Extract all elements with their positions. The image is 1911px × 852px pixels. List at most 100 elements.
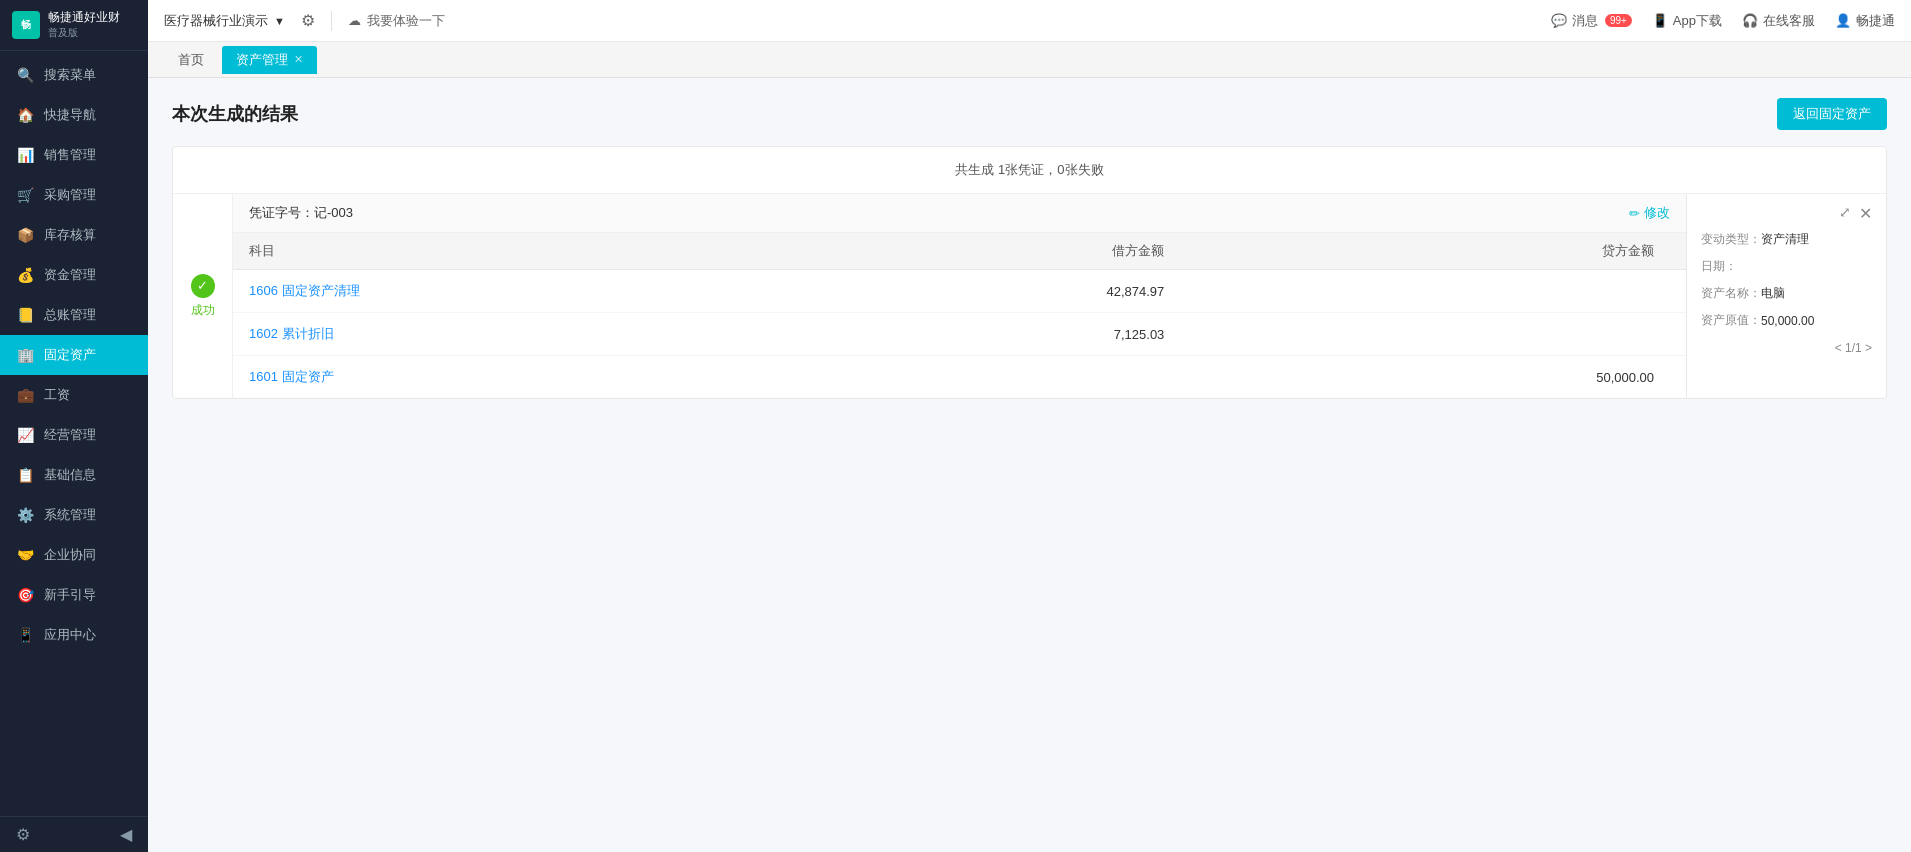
result-card: 共生成 1张凭证，0张失败 ✓ 成功 凭证字号：记-003 ✏ 修改 [172,146,1887,399]
sidebar-footer: ⚙ ◀ [0,816,148,852]
feedback-label: 我要体验一下 [367,12,445,30]
detail-pagination[interactable]: < 1/1 > [1701,341,1872,355]
app-download-label: App下载 [1673,12,1722,30]
voucher-number: 凭证字号：记-003 [249,204,353,222]
sidebar-item-inventory[interactable]: 📦 库存核算 [0,215,148,255]
sales-icon: 📊 [16,146,34,164]
sidebar-item-purchase[interactable]: 🛒 采购管理 [0,175,148,215]
voucher-header-row: 凭证字号：记-003 ✏ 修改 [233,194,1686,233]
messages-btn[interactable]: 💬 消息 99 [1551,12,1632,30]
feedback-icon: ☁ [348,13,361,28]
sidebar-item-app-center[interactable]: 📱 应用中心 [0,615,148,655]
edition-label: 普及版 [48,26,120,40]
inventory-icon: 📦 [16,226,34,244]
sidebar-item-quick-nav[interactable]: 🏠 快捷导航 [0,95,148,135]
sidebar-item-payroll[interactable]: 💼 工资 [0,375,148,415]
sidebar-nav: 🔍 搜索菜单 🏠 快捷导航 📊 销售管理 🛒 采购管理 📦 库存核算 💰 资金管… [0,51,148,816]
sidebar-item-label-purchase: 采购管理 [44,186,96,204]
purchase-icon: 🛒 [16,186,34,204]
sidebar-item-label-funds: 资金管理 [44,266,96,284]
brand-name: 畅捷通好业财 [48,10,120,26]
operations-icon: 📈 [16,426,34,444]
fixed-assets-icon: 🏢 [16,346,34,364]
user-avatar-icon: 👤 [1835,13,1851,28]
edit-icon: ✏ [1629,206,1640,221]
funds-icon: 💰 [16,266,34,284]
sidebar-item-ledger[interactable]: 📒 总账管理 [0,295,148,335]
expand-icon[interactable]: ⤢ [1839,204,1851,223]
app-download-icon: 📱 [1652,13,1668,28]
sidebar-item-label-app-center: 应用中心 [44,626,96,644]
sidebar-item-label-ledger: 总账管理 [44,306,96,324]
topbar: 医疗器械行业演示 ▼ ⚙ ☁ 我要体验一下 💬 消息 99 📱 App下载 🎧 … [148,0,1911,42]
user-name: 畅捷通 [1856,12,1895,30]
topbar-settings-icon[interactable]: ⚙ [301,11,315,30]
sidebar-item-label-operations: 经营管理 [44,426,96,444]
result-summary: 共生成 1张凭证，0张失败 [173,147,1886,194]
success-text: 成功 [191,302,215,319]
sidebar-item-label-search: 搜索菜单 [44,66,96,84]
system-icon: ⚙️ [16,506,34,524]
row-debit-0: 42,874.97 [707,272,1197,311]
panel-controls: ⤢ ✕ [1701,204,1872,223]
close-panel-icon[interactable]: ✕ [1859,204,1872,223]
sidebar-item-guide[interactable]: 🎯 新手引导 [0,575,148,615]
sidebar-item-fixed-assets[interactable]: 🏢 固定资产 [0,335,148,375]
row-credit-0 [1196,279,1686,303]
voucher-edit-btn[interactable]: ✏ 修改 [1629,204,1670,222]
messages-badge: 99 [1605,14,1632,27]
sidebar-item-operations[interactable]: 📈 经营管理 [0,415,148,455]
sidebar-item-label-fixed-assets: 固定资产 [44,346,96,364]
asset-value-value: 50,000.00 [1761,314,1814,328]
row-debit-1: 7,125.03 [707,315,1197,354]
app-center-icon: 📱 [16,626,34,644]
tab-close-icon[interactable]: ✕ [294,53,303,66]
table-row: 1606 固定资产清理 42,874.97 [233,270,1686,313]
col-header-debit: 借方金额 [707,233,1197,269]
collapse-icon[interactable]: ◀ [120,825,132,844]
quick-nav-icon: 🏠 [16,106,34,124]
payroll-icon: 💼 [16,386,34,404]
table-row: 1601 固定资产 50,000.00 [233,356,1686,398]
row-subject-1[interactable]: 1602 累计折旧 [233,313,707,355]
guide-icon: 🎯 [16,586,34,604]
sidebar-item-label-base-info: 基础信息 [44,466,96,484]
tab-asset-mgmt[interactable]: 资产管理 ✕ [222,46,317,74]
sidebar-item-label-sales: 销售管理 [44,146,96,164]
messages-icon: 💬 [1551,13,1567,28]
online-service-btn[interactable]: 🎧 在线客服 [1742,12,1815,30]
main-area: 医疗器械行业演示 ▼ ⚙ ☁ 我要体验一下 💬 消息 99 📱 App下载 🎧 … [148,0,1911,852]
row-credit-2: 50,000.00 [1196,358,1686,397]
settings-icon[interactable]: ⚙ [16,825,30,844]
sidebar-item-sales[interactable]: 📊 销售管理 [0,135,148,175]
detail-change-type: 变动类型： 资产清理 [1701,231,1872,248]
row-subject-2[interactable]: 1601 固定资产 [233,356,707,398]
row-credit-1 [1196,322,1686,346]
sidebar-item-cooperation[interactable]: 🤝 企业协同 [0,535,148,575]
voucher-detail-panel: ⤢ ✕ 变动类型： 资产清理 日期： 资产名称： 电脑 [1686,194,1886,398]
change-type-value: 资产清理 [1761,231,1809,248]
sidebar-item-system[interactable]: ⚙️ 系统管理 [0,495,148,535]
success-icon: ✓ [191,274,215,298]
row-subject-0[interactable]: 1606 固定资产清理 [233,270,707,312]
return-button[interactable]: 返回固定资产 [1777,98,1887,130]
sidebar-item-label-payroll: 工资 [44,386,70,404]
user-area[interactable]: 👤 畅捷通 [1835,12,1895,30]
detail-asset-value: 资产原值： 50,000.00 [1701,312,1872,329]
sidebar-item-funds[interactable]: 💰 资金管理 [0,255,148,295]
tab-home[interactable]: 首页 [164,46,218,74]
page-header: 本次生成的结果 返回固定资产 [172,98,1887,130]
sidebar-item-search[interactable]: 🔍 搜索菜单 [0,55,148,95]
sidebar-item-label-quick-nav: 快捷导航 [44,106,96,124]
ledger-icon: 📒 [16,306,34,324]
app-logo: 畅 [12,11,40,39]
sidebar: 畅 畅捷通好业财 普及版 🔍 搜索菜单 🏠 快捷导航 📊 销售管理 🛒 采购管理… [0,0,148,852]
cooperation-icon: 🤝 [16,546,34,564]
tab-asset-mgmt-label: 资产管理 [236,51,288,69]
col-header-subject: 科目 [233,233,707,269]
company-selector[interactable]: 医疗器械行业演示 ▼ [164,12,285,30]
feedback-btn[interactable]: ☁ 我要体验一下 [348,12,445,30]
brand-info: 畅捷通好业财 普及版 [48,10,120,40]
app-download-btn[interactable]: 📱 App下载 [1652,12,1722,30]
sidebar-item-base-info[interactable]: 📋 基础信息 [0,455,148,495]
